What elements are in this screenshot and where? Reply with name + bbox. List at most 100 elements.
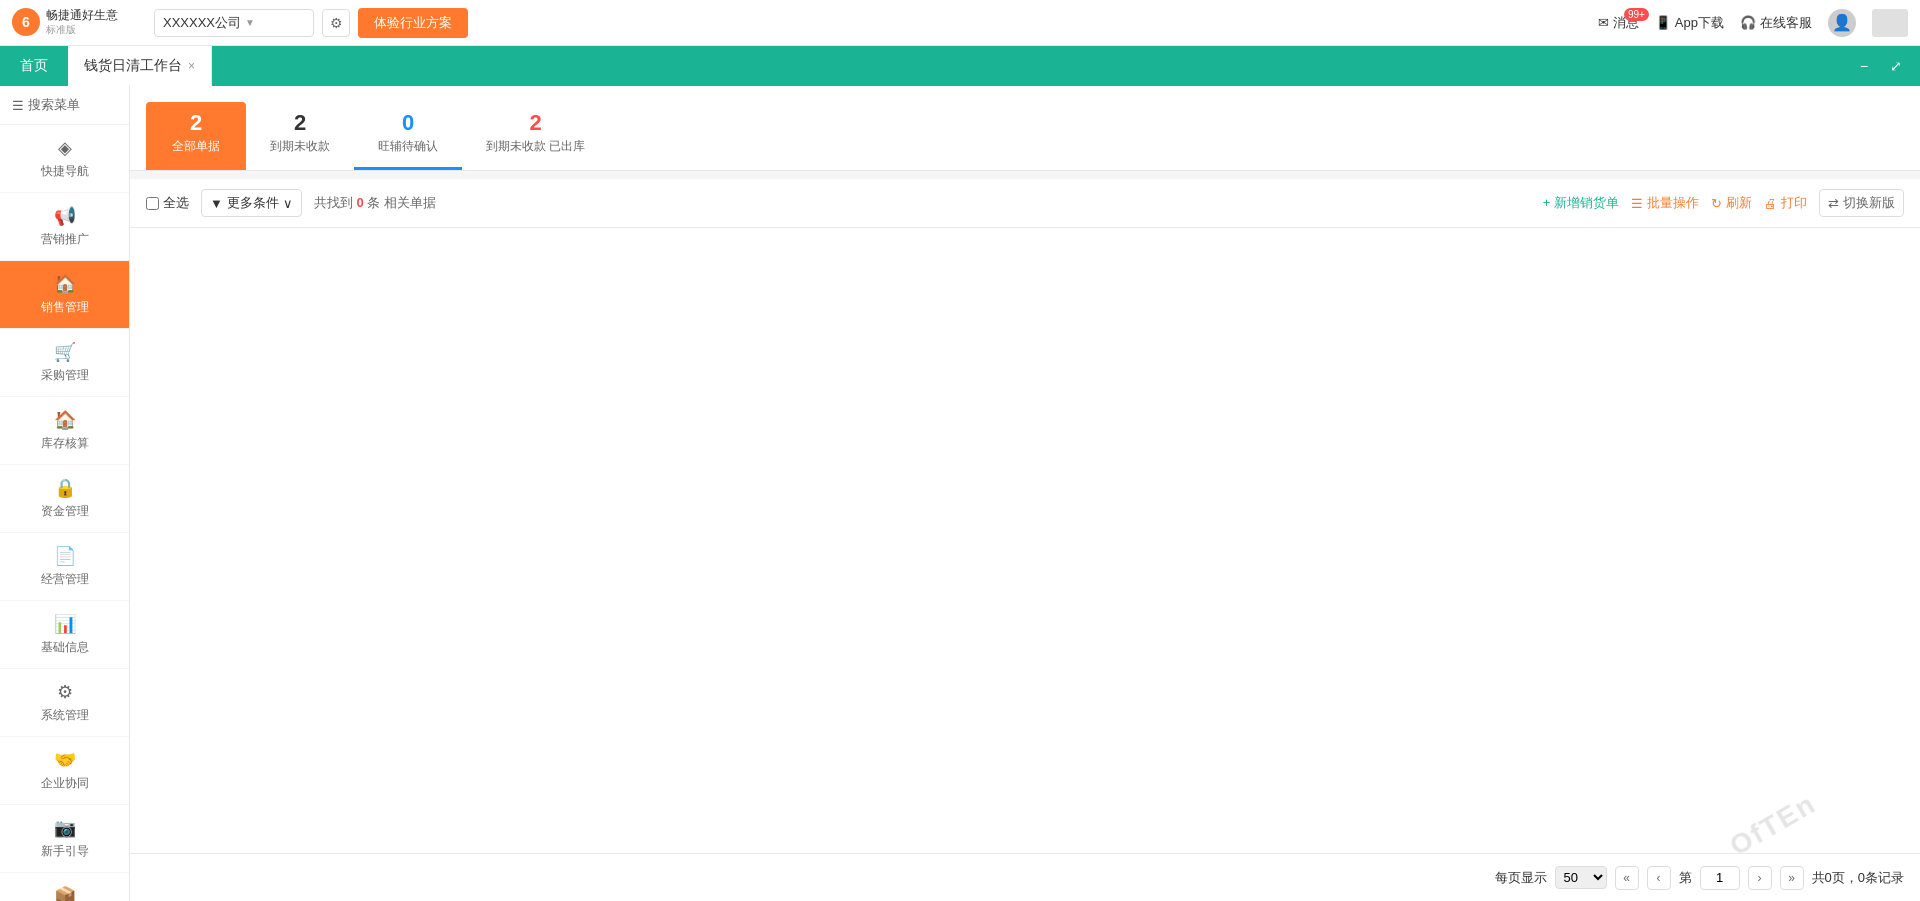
sidebar-item-base-info[interactable]: 📊 基础信息	[0, 601, 129, 669]
sidebar-item-operations[interactable]: 📄 经营管理	[0, 533, 129, 601]
refresh-label: 刷新	[1726, 194, 1752, 212]
maximize-button[interactable]: ⤢	[1884, 54, 1908, 78]
app-download-button[interactable]: 📱 App下载	[1655, 14, 1724, 32]
sidebar-item-label: 销售管理	[41, 299, 89, 316]
stats-tab-wangwang-number: 0	[402, 110, 414, 136]
sidebar-item-label: 资金管理	[41, 503, 89, 520]
sidebar-item-label: 系统管理	[41, 707, 89, 724]
header: 6 畅捷通好生意 标准版 XXXXXX公司 ▼ ⚙ 体验行业方案 ✉ 消息 99…	[0, 0, 1920, 46]
batch-icon: ☰	[1631, 196, 1643, 211]
sidebar-item-label: 营销推广	[41, 231, 89, 248]
online-service-button[interactable]: 🎧 在线客服	[1740, 14, 1812, 32]
search-menu-button[interactable]: ☰ 搜索菜单	[0, 86, 129, 125]
sidebar-item-purchase[interactable]: 🛒 采购管理	[0, 329, 129, 397]
stats-tab-overdue-number: 2	[294, 110, 306, 136]
stats-tab-all[interactable]: 2 全部单据	[146, 102, 246, 170]
filter-button[interactable]: ▼ 更多条件 ∨	[201, 189, 302, 217]
print-icon: 🖨	[1764, 196, 1777, 211]
first-page-button[interactable]: «	[1615, 866, 1639, 890]
sidebar-item-label: 采购管理	[41, 367, 89, 384]
sidebar-item-guide[interactable]: 📷 新手引导	[0, 805, 129, 873]
main-layout: ☰ 搜索菜单 ◈ 快捷导航 📢 营销推广 🏠 销售管理 🛒 采购管理 🏠 库存核…	[0, 86, 1920, 901]
app-center-icon: 📦	[54, 885, 76, 901]
stats-tab-wangwang-label: 旺辅待确认	[378, 138, 438, 155]
sidebar-item-quick-nav[interactable]: ◈ 快捷导航	[0, 125, 129, 193]
logo-area: 6 畅捷通好生意 标准版	[12, 8, 142, 36]
tabbar-actions: − ⤢	[1852, 54, 1920, 78]
sidebar-item-label: 企业协同	[41, 775, 89, 792]
stats-tab-overdue-out-label: 到期未收款 已出库	[486, 138, 585, 155]
enterprise-icon: 🤝	[54, 749, 76, 771]
switch-label: 切换新版	[1843, 194, 1895, 212]
home-tab[interactable]: 首页	[0, 46, 68, 86]
message-button[interactable]: ✉ 消息 99+	[1598, 14, 1639, 32]
batch-operation-button[interactable]: ☰ 批量操作	[1631, 194, 1699, 212]
guide-icon: 📷	[54, 817, 76, 839]
stats-tab-all-label: 全部单据	[172, 138, 220, 155]
close-tab-icon[interactable]: ×	[188, 59, 195, 73]
filter-label: 更多条件	[227, 194, 279, 212]
select-all-checkbox[interactable]: 全选	[146, 194, 189, 212]
sidebar-item-system[interactable]: ⚙ 系统管理	[0, 669, 129, 737]
stats-tab-overdue-out[interactable]: 2 到期未收款 已出库	[462, 102, 609, 170]
stats-tab-all-number: 2	[190, 110, 202, 136]
page-size-select[interactable]: 50 20 100	[1555, 866, 1607, 889]
add-sales-order-button[interactable]: + 新增销货单	[1543, 194, 1619, 212]
total-label: 共0页，0条记录	[1812, 869, 1904, 887]
refresh-icon: ↻	[1711, 196, 1722, 211]
print-button[interactable]: 🖨 打印	[1764, 194, 1807, 212]
service-label: 在线客服	[1760, 14, 1812, 32]
filter-icon: ▼	[210, 196, 223, 211]
sidebar: ☰ 搜索菜单 ◈ 快捷导航 📢 营销推广 🏠 销售管理 🛒 采购管理 🏠 库存核…	[0, 86, 130, 901]
tabbar: 首页 钱货日清工作台 × − ⤢	[0, 46, 1920, 86]
active-tab[interactable]: 钱货日清工作台 ×	[68, 46, 212, 86]
search-menu-label: 搜索菜单	[28, 96, 80, 114]
base-info-icon: 📊	[54, 613, 76, 635]
next-page-button[interactable]: ›	[1748, 866, 1772, 890]
result-text: 共找到 0 条 相关单据	[314, 194, 436, 212]
sidebar-item-marketing[interactable]: 📢 营销推广	[0, 193, 129, 261]
switch-version-button[interactable]: ⇄ 切换新版	[1819, 189, 1904, 217]
avatar-extra	[1872, 9, 1908, 37]
sidebar-item-finance[interactable]: 🔒 资金管理	[0, 465, 129, 533]
sidebar-item-label: 新手引导	[41, 843, 89, 860]
company-selector[interactable]: XXXXXX公司 ▼	[154, 9, 314, 37]
content-area: 2 全部单据 2 到期未收款 0 旺辅待确认 2 到期未收款 已出库 全选	[130, 86, 1920, 901]
logo-label: 畅捷通好生意	[46, 8, 118, 22]
result-suffix: 相关单据	[384, 195, 436, 210]
search-icon: ☰	[12, 98, 24, 113]
refresh-button[interactable]: ↻ 刷新	[1711, 194, 1752, 212]
sidebar-item-app-center[interactable]: 📦 应用中心	[0, 873, 129, 901]
sidebar-item-enterprise[interactable]: 🤝 企业协同	[0, 737, 129, 805]
result-unit: 条	[367, 195, 380, 210]
toolbar-left: 全选 ▼ 更多条件 ∨ 共找到 0 条 相关单据	[146, 189, 1531, 217]
operations-icon: 📄	[54, 545, 76, 567]
settings-button[interactable]: ⚙	[322, 9, 350, 37]
page-label: 第	[1679, 869, 1692, 887]
switch-icon: ⇄	[1828, 196, 1839, 211]
page-size-label: 每页显示	[1495, 869, 1547, 887]
header-right: ✉ 消息 99+ 📱 App下载 🎧 在线客服 👤	[1598, 9, 1908, 37]
stats-tab-wangwang[interactable]: 0 旺辅待确认	[354, 102, 462, 170]
page-input[interactable]	[1700, 866, 1740, 890]
message-badge: 99+	[1624, 8, 1649, 21]
stats-tab-overdue-label: 到期未收款	[270, 138, 330, 155]
sidebar-item-label: 基础信息	[41, 639, 89, 656]
sidebar-item-label: 快捷导航	[41, 163, 89, 180]
message-icon: ✉	[1598, 15, 1609, 30]
stats-tab-overdue[interactable]: 2 到期未收款	[246, 102, 354, 170]
sales-icon: 🏠	[54, 273, 76, 295]
sidebar-item-inventory[interactable]: 🏠 库存核算	[0, 397, 129, 465]
avatar[interactable]: 👤	[1828, 9, 1856, 37]
last-page-button[interactable]: »	[1780, 866, 1804, 890]
select-all-input[interactable]	[146, 197, 159, 210]
finance-icon: 🔒	[54, 477, 76, 499]
industry-button[interactable]: 体验行业方案	[358, 8, 468, 38]
inventory-icon: 🏠	[54, 409, 76, 431]
header-middle: XXXXXX公司 ▼ ⚙ 体验行业方案	[154, 8, 1598, 38]
toolbar-right: + 新增销货单 ☰ 批量操作 ↻ 刷新 🖨 打印 ⇄ 切换新版	[1543, 189, 1904, 217]
prev-page-button[interactable]: ‹	[1647, 866, 1671, 890]
company-name: XXXXXX公司	[163, 14, 241, 32]
sidebar-item-sales[interactable]: 🏠 销售管理	[0, 261, 129, 329]
minimize-button[interactable]: −	[1852, 54, 1876, 78]
